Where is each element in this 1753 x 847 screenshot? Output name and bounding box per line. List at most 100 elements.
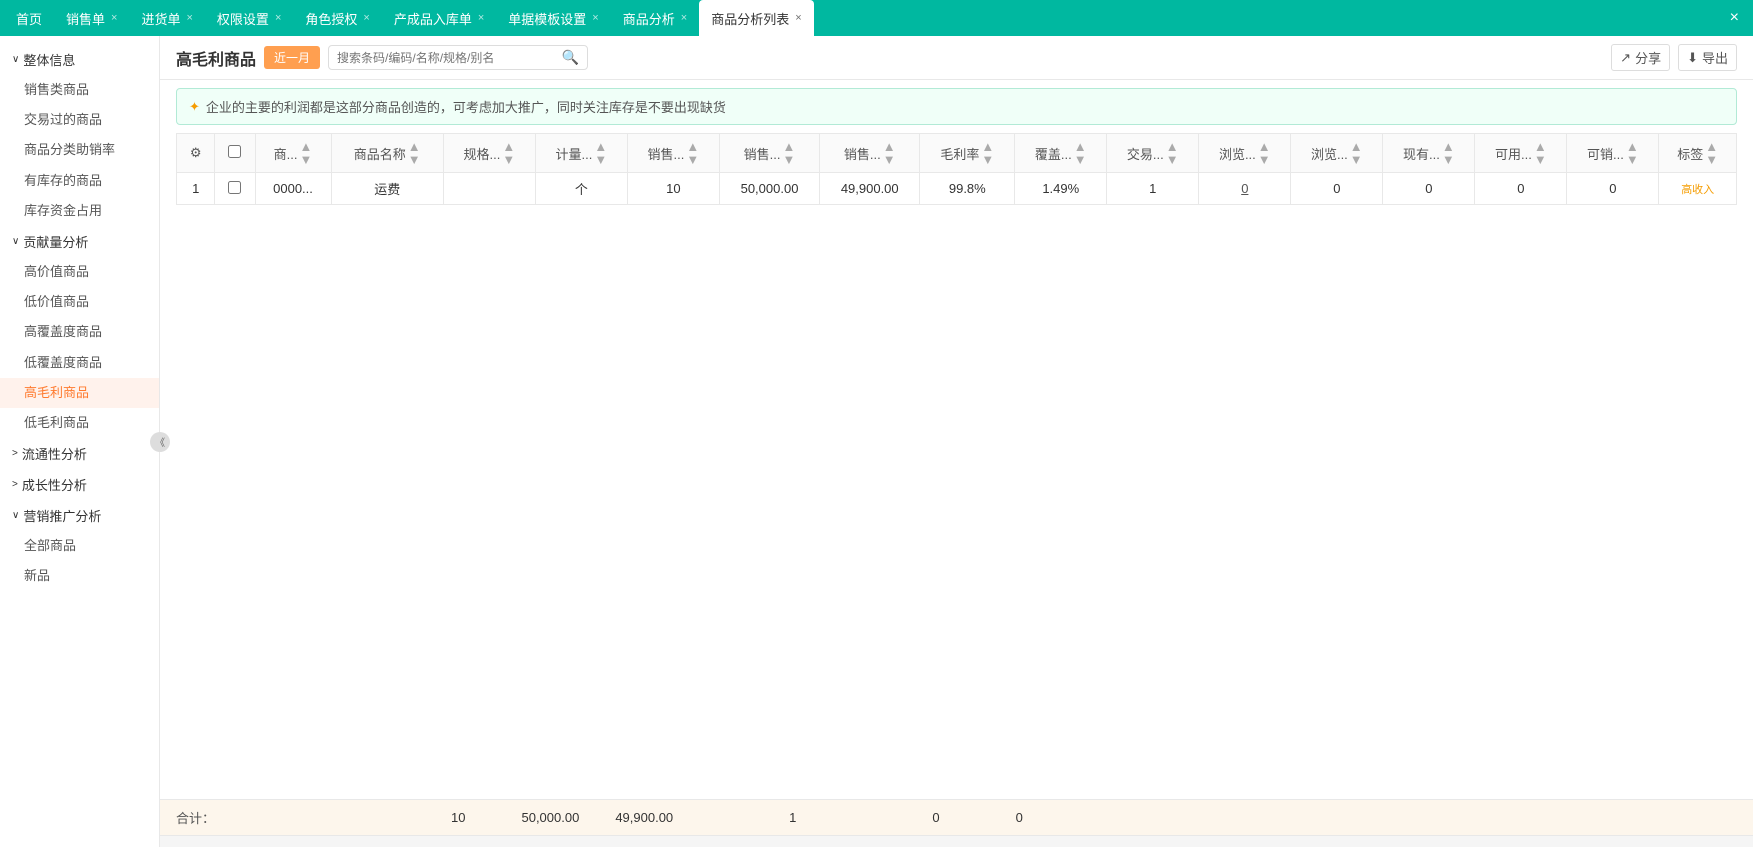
col-header-code[interactable]: 商...▲▼ bbox=[255, 134, 331, 173]
export-button[interactable]: ⬇ 导出 bbox=[1678, 44, 1737, 71]
nav-item-角色授权[interactable]: 角色授权× bbox=[293, 0, 381, 36]
tab-close-icon[interactable]: × bbox=[478, 12, 484, 24]
sidebar-item-新品[interactable]: 新品 bbox=[0, 561, 159, 591]
sidebar-item-销售类商品[interactable]: 销售类商品 bbox=[0, 75, 159, 105]
footer-transaction: 1 bbox=[789, 810, 796, 825]
sort-icon: ▲▼ bbox=[1166, 140, 1179, 166]
sidebar-item-高覆盖度商品[interactable]: 高覆盖度商品 bbox=[0, 317, 159, 347]
search-box[interactable]: 🔍 bbox=[328, 45, 588, 70]
tab-close-icon[interactable]: × bbox=[363, 12, 369, 24]
table-row: 10000...运费个1050,000.0049,900.0099.8%1.49… bbox=[177, 173, 1737, 205]
arrow-icon: ∨ bbox=[12, 54, 19, 65]
close-all-tabs[interactable]: × bbox=[1720, 9, 1749, 27]
col-header-name[interactable]: 商品名称▲▼ bbox=[331, 134, 443, 173]
sidebar-item-低毛利商品[interactable]: 低毛利商品 bbox=[0, 408, 159, 438]
sidebar-collapse-button[interactable]: 《 bbox=[150, 432, 170, 452]
sidebar-item-低覆盖度商品[interactable]: 低覆盖度商品 bbox=[0, 348, 159, 378]
horizontal-scrollbar[interactable] bbox=[160, 835, 1753, 847]
top-navigation: 首页销售单×进货单×权限设置×角色授权×产成品入库单×单据模板设置×商品分析×商… bbox=[0, 0, 1753, 36]
col-header-checkbox[interactable] bbox=[215, 134, 255, 173]
table-footer: 合计： 10 50,000.00 49,900.00 1 0 0 bbox=[160, 799, 1753, 835]
sidebar-item-有库存的商品[interactable]: 有库存的商品 bbox=[0, 166, 159, 196]
col-header-saleable[interactable]: 可销...▲▼ bbox=[1567, 134, 1659, 173]
nav-item-产成品入库单[interactable]: 产成品入库单× bbox=[382, 0, 496, 36]
sidebar-group-4[interactable]: ∨ 营销推广分析 bbox=[0, 500, 159, 531]
date-filter-button[interactable]: 近一月 bbox=[264, 46, 320, 69]
col-header-gross_rate[interactable]: 毛利率▲▼ bbox=[920, 134, 1015, 173]
share-icon: ↗ bbox=[1620, 50, 1631, 66]
sidebar-item-交易过的商品[interactable]: 交易过的商品 bbox=[0, 105, 159, 135]
row-code: 0000... bbox=[255, 173, 331, 205]
export-icon: ⬇ bbox=[1687, 50, 1698, 66]
info-icon: ✦ bbox=[189, 99, 200, 115]
tab-close-icon[interactable]: × bbox=[592, 12, 598, 24]
sidebar-item-全部商品[interactable]: 全部商品 bbox=[0, 531, 159, 561]
sidebar-group-1[interactable]: ∨ 贡献量分析 bbox=[0, 226, 159, 257]
nav-item-单据模板设置[interactable]: 单据模板设置× bbox=[496, 0, 610, 36]
sort-icon: ▲▼ bbox=[883, 140, 896, 166]
select-all-checkbox[interactable] bbox=[228, 145, 241, 158]
nav-item-商品分析列表[interactable]: 商品分析列表× bbox=[699, 0, 813, 36]
row-tag: 高收入 bbox=[1659, 173, 1737, 205]
nav-item-权限设置[interactable]: 权限设置× bbox=[205, 0, 293, 36]
footer-available: 0 bbox=[1016, 810, 1023, 825]
row-saleable: 0 bbox=[1567, 173, 1659, 205]
sidebar-item-商品分类助销率[interactable]: 商品分类助销率 bbox=[0, 135, 159, 165]
row-sales-amt: 50,000.00 bbox=[719, 173, 819, 205]
col-header-browse2[interactable]: 浏览...▲▼ bbox=[1291, 134, 1383, 173]
row-coverage: 1.49% bbox=[1015, 173, 1107, 205]
tab-close-icon[interactable]: × bbox=[795, 12, 801, 24]
footer-label: 合计： bbox=[176, 808, 215, 827]
tab-close-icon[interactable]: × bbox=[111, 12, 117, 24]
sidebar-group-2[interactable]: > 流通性分析 bbox=[0, 438, 159, 469]
col-header-available[interactable]: 可用...▲▼ bbox=[1475, 134, 1567, 173]
tab-close-icon[interactable]: × bbox=[186, 12, 192, 24]
sort-icon: ▲▼ bbox=[1074, 140, 1087, 166]
col-header-spec[interactable]: 规格...▲▼ bbox=[443, 134, 535, 173]
nav-item-进货单[interactable]: 进货单× bbox=[129, 0, 204, 36]
sidebar-item-库存资金占用[interactable]: 库存资金占用 bbox=[0, 196, 159, 226]
col-header-tag[interactable]: 标签▲▼ bbox=[1659, 134, 1737, 173]
row-gross-rate: 99.8% bbox=[920, 173, 1015, 205]
page-title: 高毛利商品 bbox=[176, 46, 256, 70]
col-header-coverage[interactable]: 覆盖...▲▼ bbox=[1015, 134, 1107, 173]
sort-icon: ▲▼ bbox=[502, 140, 515, 166]
footer-sales-amt: 50,000.00 bbox=[521, 810, 579, 825]
nav-item-首页[interactable]: 首页 bbox=[4, 0, 54, 36]
sort-icon: ▲▼ bbox=[1534, 140, 1547, 166]
sort-icon: ▲▼ bbox=[408, 140, 421, 166]
sidebar: ∨ 整体信息销售类商品交易过的商品商品分类助销率有库存的商品库存资金占用∨ 贡献… bbox=[0, 36, 160, 847]
sidebar-group-3[interactable]: > 成长性分析 bbox=[0, 469, 159, 500]
col-header-browse1[interactable]: 浏览...▲▼ bbox=[1199, 134, 1291, 173]
arrow-icon: > bbox=[12, 448, 18, 459]
row-select-checkbox[interactable] bbox=[228, 181, 241, 194]
row-current-stock: 0 bbox=[1383, 173, 1475, 205]
search-input[interactable] bbox=[337, 51, 562, 65]
sidebar-item-高价值商品[interactable]: 高价值商品 bbox=[0, 257, 159, 287]
tab-close-icon[interactable]: × bbox=[681, 12, 687, 24]
nav-item-销售单[interactable]: 销售单× bbox=[54, 0, 129, 36]
row-spec bbox=[443, 173, 535, 205]
header-actions: ↗ 分享 ⬇ 导出 bbox=[1611, 44, 1737, 71]
col-header-sales_qty[interactable]: 销售...▲▼ bbox=[627, 134, 719, 173]
col-header-current_stock[interactable]: 现有...▲▼ bbox=[1383, 134, 1475, 173]
row-sales-qty: 10 bbox=[627, 173, 719, 205]
sidebar-item-低价值商品[interactable]: 低价值商品 bbox=[0, 287, 159, 317]
browse-link[interactable]: 0 bbox=[1241, 181, 1248, 196]
col-header-sales_amt[interactable]: 销售...▲▼ bbox=[719, 134, 819, 173]
row-browse2: 0 bbox=[1291, 173, 1383, 205]
col-header-settings[interactable]: ⚙ bbox=[177, 134, 215, 173]
col-header-transaction[interactable]: 交易...▲▼ bbox=[1107, 134, 1199, 173]
sort-icon: ▲▼ bbox=[1350, 140, 1363, 166]
col-header-unit[interactable]: 计量...▲▼ bbox=[535, 134, 627, 173]
row-unit: 个 bbox=[535, 173, 627, 205]
tab-close-icon[interactable]: × bbox=[275, 12, 281, 24]
col-header-sales_net[interactable]: 销售...▲▼ bbox=[820, 134, 920, 173]
share-button[interactable]: ↗ 分享 bbox=[1611, 44, 1670, 71]
sort-icon: ▲▼ bbox=[1626, 140, 1639, 166]
sidebar-item-高毛利商品[interactable]: 高毛利商品 bbox=[0, 378, 159, 408]
arrow-icon: ∨ bbox=[12, 236, 19, 247]
sidebar-group-0[interactable]: ∨ 整体信息 bbox=[0, 44, 159, 75]
footer-current-stock: 0 bbox=[932, 810, 939, 825]
nav-item-商品分析[interactable]: 商品分析× bbox=[611, 0, 699, 36]
